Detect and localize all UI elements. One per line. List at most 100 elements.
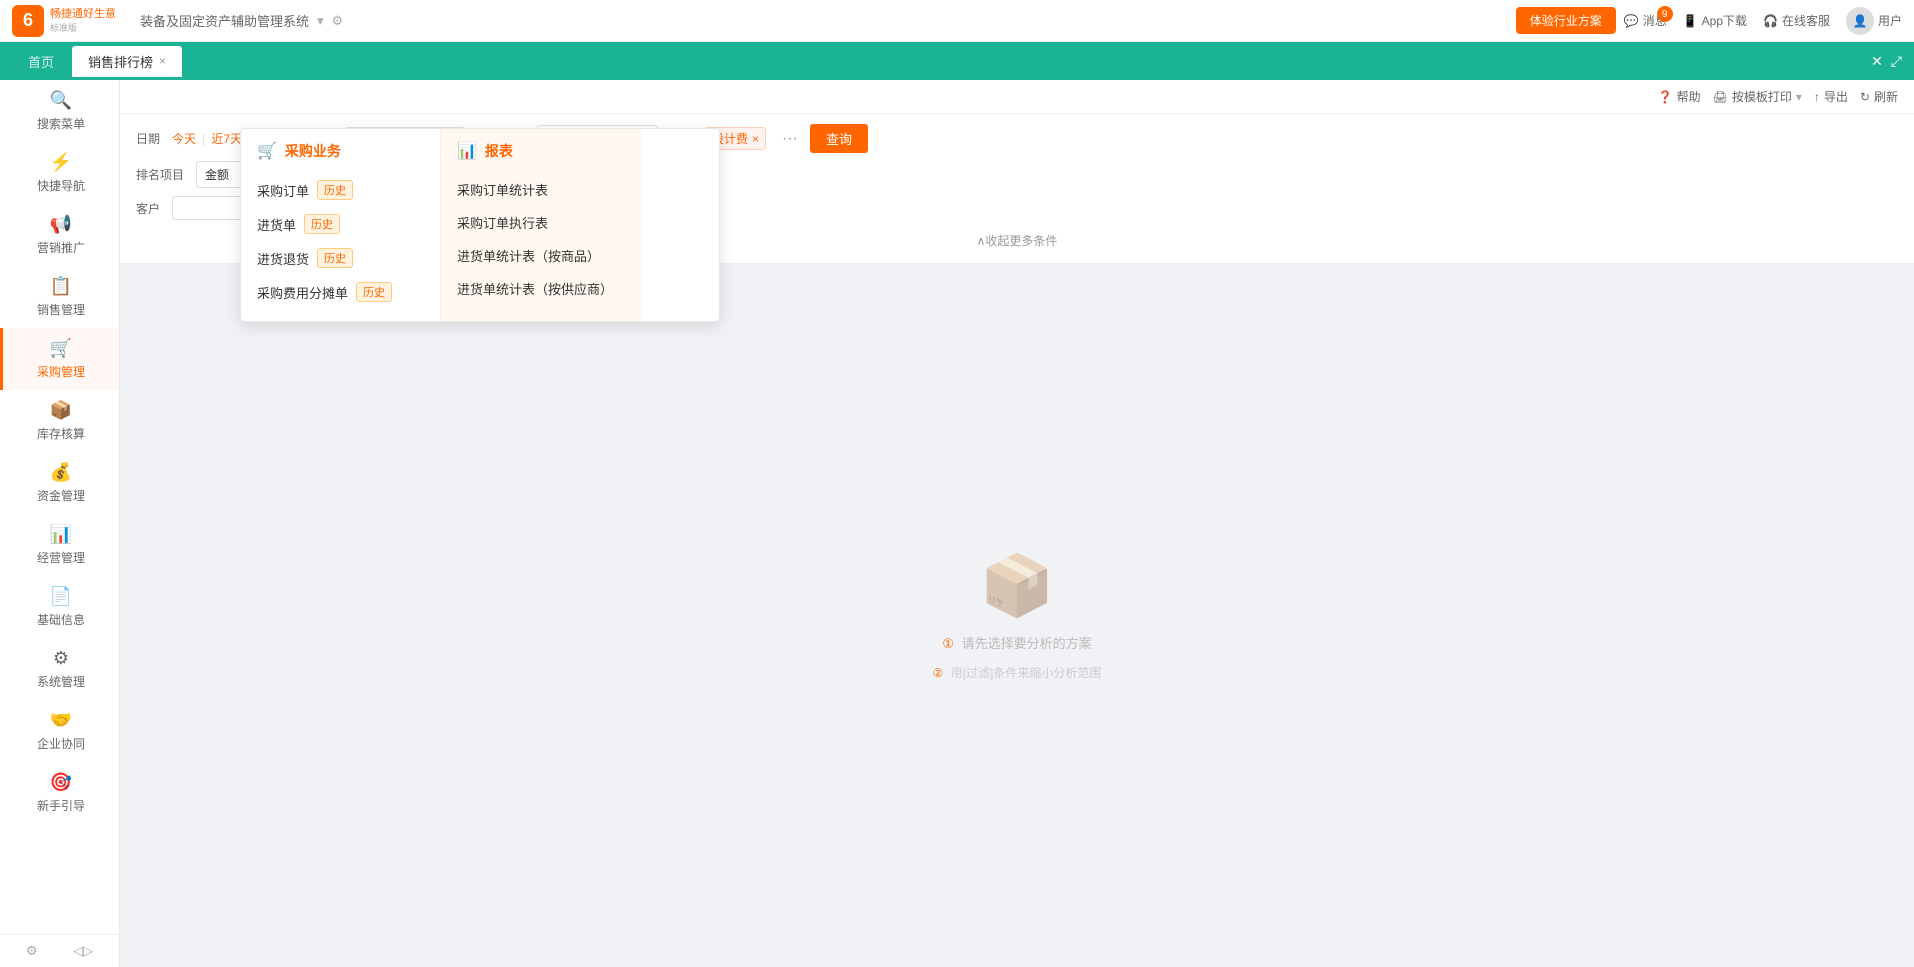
app-download-item[interactable]: 📱 App下载	[1683, 12, 1747, 29]
sidebar-item-inventory[interactable]: 📦 库存核算	[0, 390, 119, 452]
system-title-area: 装备及固定资产辅助管理系统 ▾ ⚙	[140, 11, 1508, 30]
top-bar: 6 畅捷通好生意 标准版 装备及固定资产辅助管理系统 ▾ ⚙ 体验行业方案 💬 …	[0, 0, 1914, 42]
report-col: 📊 报表 采购订单统计表 采购订单执行表 进货单统计表（按商品） 进货单统计表（…	[441, 129, 641, 321]
print-icon: 🖨	[1713, 90, 1728, 104]
online-service-label: 在线客服	[1782, 12, 1830, 29]
finance-icon: 💰	[50, 462, 72, 483]
sidebar-label-system: 系统管理	[37, 673, 85, 690]
settings-icon[interactable]: ⚙	[332, 13, 344, 29]
sidebar-label-sales: 销售管理	[37, 301, 85, 318]
refresh-btn[interactable]: ↻ 刷新	[1860, 88, 1898, 105]
tab-home[interactable]: 首页	[12, 46, 70, 77]
empty-illustration: 📦	[980, 550, 1055, 621]
report-col-header: 📊 报表	[457, 141, 625, 161]
inventory-icon: 📦	[50, 400, 72, 421]
content-area: ❓ 帮助 🖨 按模板打印 ▾ ↑ 导出 ↻ 刷新 日期 今天	[120, 80, 1914, 967]
export-label: 导出	[1824, 88, 1848, 105]
help-label: 帮助	[1677, 88, 1701, 105]
tab-sales-ranking[interactable]: 销售排行榜 ×	[72, 46, 182, 77]
report-col-title: 报表	[485, 141, 513, 161]
collab-icon: 🤝	[50, 710, 72, 731]
guide-icon: 🎯	[50, 772, 72, 793]
print-btn[interactable]: 🖨 按模板打印 ▾	[1713, 88, 1802, 105]
online-service-item[interactable]: 🎧 在线客服	[1763, 12, 1830, 29]
collapse-icon: ∧	[977, 234, 986, 248]
sidebar-item-collab[interactable]: 🤝 企业协同	[0, 700, 119, 762]
nav-tabs: 首页 销售排行榜 × ✕ ⤢	[0, 42, 1914, 80]
industry-btn[interactable]: 体验行业方案	[1516, 7, 1616, 34]
sidebar-item-base-info[interactable]: 📄 基础信息	[0, 576, 119, 638]
goods-more-dots[interactable]: ···	[782, 130, 798, 148]
sidebar-item-search[interactable]: 🔍 搜索菜单	[0, 80, 119, 142]
export-btn[interactable]: ↑ 导出	[1814, 88, 1848, 105]
content-toolbar: ❓ 帮助 🖨 按模板打印 ▾ ↑ 导出 ↻ 刷新	[120, 80, 1914, 114]
purchase-item-3[interactable]: 采购费用分摊单 历史	[257, 275, 424, 309]
report-item-3[interactable]: 进货单统计表（按供应商）	[457, 272, 625, 305]
report-item-2[interactable]: 进货单统计表（按商品）	[457, 239, 625, 272]
report-item-0[interactable]: 采购订单统计表	[457, 173, 625, 206]
date-7days[interactable]: 近7天	[211, 130, 242, 147]
purchase-item-1[interactable]: 进货单 历史	[257, 207, 424, 241]
top-icons: 💬 消息 9 📱 App下载 🎧 在线客服 👤 用户	[1624, 7, 1902, 35]
purchase-col-header: 🛒 采购业务	[257, 141, 424, 161]
purchase-item-2[interactable]: 进货退货 历史	[257, 241, 424, 275]
system-icon: ⚙	[53, 648, 69, 669]
empty-state: 📦 ① 请先选择要分析的方案 ② 用[过滤]条件来缩小分析范围	[120, 264, 1914, 967]
settings-bottom-icon[interactable]: ⚙	[26, 943, 38, 959]
goods-tag-close[interactable]: ×	[752, 132, 759, 146]
date-filter-label: 日期	[136, 130, 160, 147]
customer-label: 客户	[136, 200, 160, 217]
sidebar-label-marketing: 营销推广	[37, 239, 85, 256]
sidebar-label-base-info: 基础信息	[37, 611, 85, 628]
maximize-icon[interactable]: ⤢	[1891, 53, 1902, 70]
purchase-item-0[interactable]: 采购订单 历史	[257, 173, 424, 207]
export-icon: ↑	[1814, 90, 1820, 104]
mobile-icon: 📱	[1683, 14, 1698, 28]
badge-2: 历史	[317, 248, 353, 268]
badge-3: 历史	[356, 282, 392, 302]
print-label: 按模板打印	[1732, 88, 1792, 105]
close-window-icon[interactable]: ✕	[1871, 53, 1883, 70]
rank-label: 排名项目	[136, 166, 184, 183]
main-layout: 🔍 搜索菜单 ⚡ 快捷导航 📢 营销推广 📋 销售管理 🛒 采购管理 📦 库存核…	[0, 80, 1914, 967]
empty-hint-1: ① 请先选择要分析的方案	[942, 633, 1091, 652]
sidebar-label-operation: 经营管理	[37, 549, 85, 566]
help-icon: ❓	[1658, 90, 1673, 104]
user-area[interactable]: 👤 用户	[1846, 7, 1902, 35]
sidebar-item-marketing[interactable]: 📢 营销推广	[0, 204, 119, 266]
sidebar-label-collab: 企业协同	[37, 735, 85, 752]
sidebar-item-sales[interactable]: 📋 销售管理	[0, 266, 119, 328]
sidebar-item-nav[interactable]: ⚡ 快捷导航	[0, 142, 119, 204]
dropdown-arrow-icon[interactable]: ▾	[317, 13, 324, 29]
report-item-1[interactable]: 采购订单执行表	[457, 206, 625, 239]
report-col-icon: 📊	[457, 141, 477, 161]
brand-name: 畅捷通好生意	[50, 7, 116, 21]
sidebar-item-finance[interactable]: 💰 资金管理	[0, 452, 119, 514]
date-today[interactable]: 今天	[172, 130, 196, 147]
sidebar-item-operation[interactable]: 📊 经营管理	[0, 514, 119, 576]
sidebar-item-purchase[interactable]: 🛒 采购管理	[0, 328, 119, 390]
badge-1: 历史	[304, 214, 340, 234]
sidebar-label-nav: 快捷导航	[37, 177, 85, 194]
app-download-label: App下载	[1702, 12, 1747, 29]
collapse-sidebar-icon[interactable]: ◁▷	[73, 943, 93, 959]
message-icon-item[interactable]: 💬 消息 9	[1624, 12, 1667, 29]
nav-icon: ⚡	[50, 152, 72, 173]
query-button[interactable]: 查询	[810, 124, 868, 153]
sidebar-item-guide[interactable]: 🎯 新手引导	[0, 762, 119, 824]
logo-area: 6 畅捷通好生意 标准版	[12, 5, 132, 37]
sidebar-label-finance: 资金管理	[37, 487, 85, 504]
brand-sub: 标准版	[50, 21, 116, 34]
operation-icon: 📊	[50, 524, 72, 545]
help-btn[interactable]: ❓ 帮助	[1658, 88, 1701, 105]
badge-0: 历史	[317, 180, 353, 200]
tab-close-icon[interactable]: ×	[159, 54, 166, 68]
collapse-label: 收起更多条件	[985, 232, 1057, 249]
user-label: 用户	[1878, 12, 1902, 29]
sidebar-item-system[interactable]: ⚙ 系统管理	[0, 638, 119, 700]
refresh-icon: ↻	[1860, 90, 1870, 104]
empty-hint-2: ② 用[过滤]条件来缩小分析范围	[933, 664, 1102, 681]
purchase-col: 🛒 采购业务 采购订单 历史 进货单 历史 进货退货 历史	[241, 129, 441, 321]
print-dropdown-icon[interactable]: ▾	[1796, 90, 1802, 104]
sidebar-label-purchase: 采购管理	[37, 363, 85, 380]
